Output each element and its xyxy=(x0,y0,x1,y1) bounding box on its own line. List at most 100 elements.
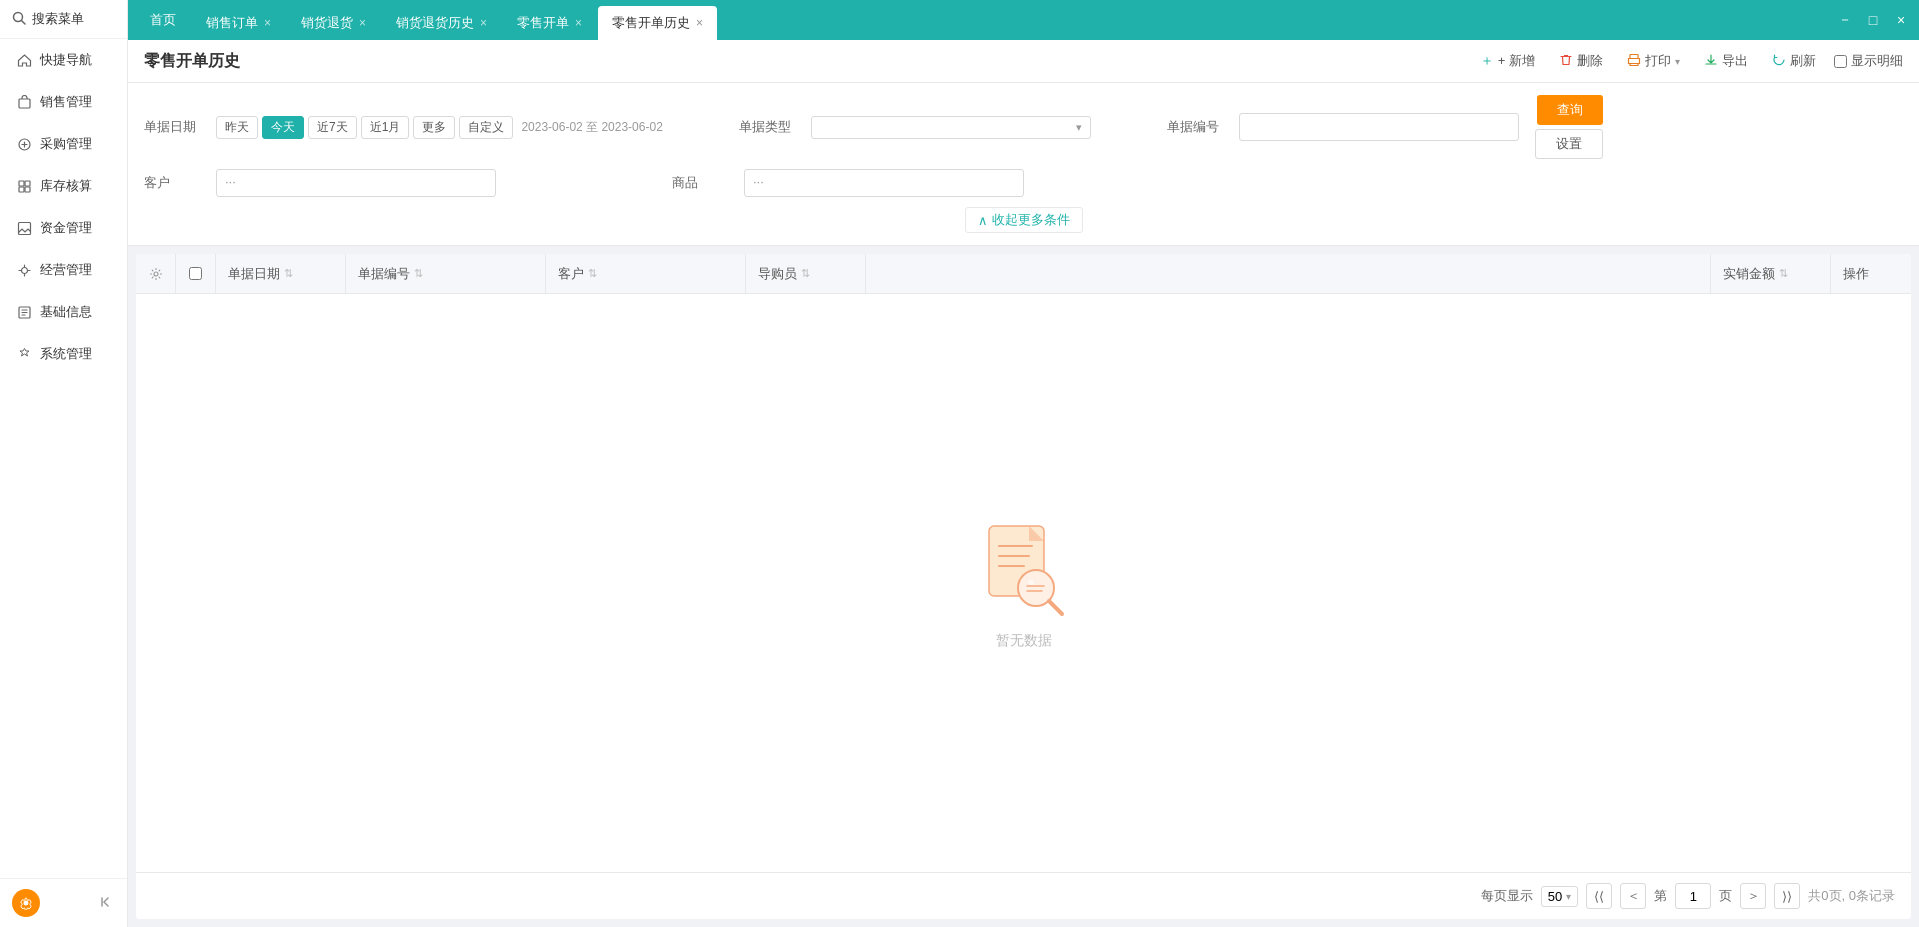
sidebar-label-sales-mgmt: 销售管理 xyxy=(40,93,92,111)
print-button[interactable]: 打印 ▾ xyxy=(1621,48,1686,74)
tab-retail-open-label: 零售开单 xyxy=(517,14,569,32)
first-page-btn[interactable]: ⟨⟨ xyxy=(1586,883,1612,909)
customer-filter-label: 客户 xyxy=(144,174,200,192)
th-amount-label: 实销金额 xyxy=(1723,265,1775,283)
add-button[interactable]: ＋ + 新增 xyxy=(1474,48,1541,74)
th-extra xyxy=(866,254,1711,293)
tab-retail-history-close[interactable]: × xyxy=(696,17,703,29)
last-page-btn[interactable]: ⟩⟩ xyxy=(1774,883,1800,909)
basic-info-icon xyxy=(16,304,32,320)
next-page-btn[interactable]: ＞ xyxy=(1740,883,1766,909)
window-minimize-btn[interactable]: － xyxy=(1835,10,1855,30)
print-icon xyxy=(1627,53,1641,70)
sidebar-item-sys-mgmt[interactable]: 系统管理 xyxy=(0,333,127,375)
page-number-input[interactable] xyxy=(1675,883,1711,909)
display-detail-input[interactable] xyxy=(1834,55,1847,68)
th-settings[interactable] xyxy=(136,254,176,293)
tab-sales-order-close[interactable]: × xyxy=(264,17,271,29)
svg-rect-4 xyxy=(19,181,24,186)
th-action-label: 操作 xyxy=(1843,265,1869,283)
th-checkbox[interactable] xyxy=(176,254,216,293)
th-amount[interactable]: 实销金额 ⇅ xyxy=(1711,254,1831,293)
date-range-text: 2023-06-02 至 2023-06-02 xyxy=(521,119,662,136)
add-icon: ＋ xyxy=(1480,52,1494,70)
svg-rect-6 xyxy=(19,187,24,192)
svg-rect-12 xyxy=(1630,54,1638,58)
th-date[interactable]: 单据日期 ⇅ xyxy=(216,254,346,293)
settings-gear-btn[interactable] xyxy=(12,889,40,917)
date-btn-today[interactable]: 今天 xyxy=(262,116,304,139)
tab-sales-return-close[interactable]: × xyxy=(359,17,366,29)
search-icon xyxy=(12,11,26,28)
tab-sales-return-history-label: 销货退货历史 xyxy=(396,14,474,32)
th-amount-sort-icon: ⇅ xyxy=(1779,267,1788,280)
number-filter-input[interactable] xyxy=(1239,113,1519,141)
svg-rect-2 xyxy=(19,99,30,108)
purchase-icon xyxy=(16,136,32,152)
sidebar-item-inventory[interactable]: 库存核算 xyxy=(0,165,127,207)
window-maximize-btn[interactable]: □ xyxy=(1863,10,1883,30)
export-button[interactable]: 导出 xyxy=(1698,48,1754,74)
pagination-bar: 每页显示 50 ▾ ⟨⟨ ＜ 第 页 ＞ ⟩⟩ 共0页, 0条记录 xyxy=(136,872,1911,919)
tab-sales-return-history[interactable]: 销货退货历史 × xyxy=(382,6,501,40)
date-btn-7days[interactable]: 近7天 xyxy=(308,116,357,139)
type-filter-select[interactable]: ▾ xyxy=(811,116,1091,139)
th-number[interactable]: 单据编号 ⇅ xyxy=(346,254,546,293)
sidebar-item-basic-info[interactable]: 基础信息 xyxy=(0,291,127,333)
date-btn-yesterday[interactable]: 昨天 xyxy=(216,116,258,139)
sidebar: 搜索菜单 快捷导航 销售管理 xyxy=(0,0,128,927)
query-button[interactable]: 查询 xyxy=(1537,95,1603,125)
sidebar-item-operations[interactable]: 经营管理 xyxy=(0,249,127,291)
date-btn-more[interactable]: 更多 xyxy=(413,116,455,139)
goods-filter-input[interactable]: ··· xyxy=(744,169,1024,197)
filter-row-2: 客户 ··· 商品 ··· xyxy=(144,169,1903,197)
goods-ellipsis: ··· xyxy=(753,174,764,189)
sidebar-item-finance[interactable]: 资金管理 xyxy=(0,207,127,249)
delete-icon xyxy=(1559,53,1573,70)
page-suffix: 页 xyxy=(1719,887,1732,905)
per-page-label: 每页显示 xyxy=(1481,887,1533,905)
svg-rect-7 xyxy=(25,187,30,192)
th-guide[interactable]: 导购员 ⇅ xyxy=(746,254,866,293)
sidebar-collapse-btn[interactable] xyxy=(97,893,115,914)
tab-retail-open[interactable]: 零售开单 × xyxy=(503,6,596,40)
per-page-arrow-icon: ▾ xyxy=(1566,891,1571,902)
display-detail-checkbox[interactable]: 显示明细 xyxy=(1834,52,1903,70)
toolbar-actions: ＋ + 新增 删除 xyxy=(1474,48,1903,74)
select-all-checkbox[interactable] xyxy=(189,267,202,280)
prev-page-btn[interactable]: ＜ xyxy=(1620,883,1646,909)
th-number-label: 单据编号 xyxy=(358,265,410,283)
customer-ellipsis: ··· xyxy=(225,174,236,189)
date-btn-custom[interactable]: 自定义 xyxy=(459,116,513,139)
th-number-sort-icon: ⇅ xyxy=(414,267,423,280)
window-close-btn[interactable]: × xyxy=(1891,10,1911,30)
sidebar-footer xyxy=(0,878,127,927)
tab-home[interactable]: 首页 xyxy=(136,5,190,35)
customer-filter-input[interactable]: ··· xyxy=(216,169,496,197)
print-label: 打印 xyxy=(1645,52,1671,70)
sidebar-search[interactable]: 搜索菜单 xyxy=(0,0,127,39)
empty-text: 暂无数据 xyxy=(996,632,1052,650)
sidebar-item-purchase-mgmt[interactable]: 采购管理 xyxy=(0,123,127,165)
sidebar-item-sales-mgmt[interactable]: 销售管理 xyxy=(0,81,127,123)
tab-retail-open-close[interactable]: × xyxy=(575,17,582,29)
refresh-button[interactable]: 刷新 xyxy=(1766,48,1822,74)
filter-collapse-btn[interactable]: ∧ 收起更多条件 xyxy=(965,207,1083,233)
th-customer[interactable]: 客户 ⇅ xyxy=(546,254,746,293)
tab-retail-history[interactable]: 零售开单历史 × xyxy=(598,6,717,40)
per-page-select[interactable]: 50 ▾ xyxy=(1541,886,1578,907)
date-btn-1month[interactable]: 近1月 xyxy=(361,116,410,139)
delete-button[interactable]: 删除 xyxy=(1553,48,1609,74)
tab-sales-return-history-close[interactable]: × xyxy=(480,17,487,29)
collapse-up-icon: ∧ xyxy=(978,213,988,228)
table-container: 单据日期 ⇅ 单据编号 ⇅ 客户 ⇅ 导购员 ⇅ 实销金额 xyxy=(136,254,1911,919)
inventory-icon xyxy=(16,178,32,194)
tab-sales-order[interactable]: 销售订单 × xyxy=(192,6,285,40)
total-info: 共0页, 0条记录 xyxy=(1808,887,1895,905)
goods-filter-label: 商品 xyxy=(672,174,728,192)
tab-sales-return[interactable]: 销货退货 × xyxy=(287,6,380,40)
settings-button[interactable]: 设置 xyxy=(1535,129,1603,159)
sidebar-item-quick-nav[interactable]: 快捷导航 xyxy=(0,39,127,81)
type-filter-label: 单据类型 xyxy=(739,118,795,136)
sidebar-label-inventory: 库存核算 xyxy=(40,177,92,195)
